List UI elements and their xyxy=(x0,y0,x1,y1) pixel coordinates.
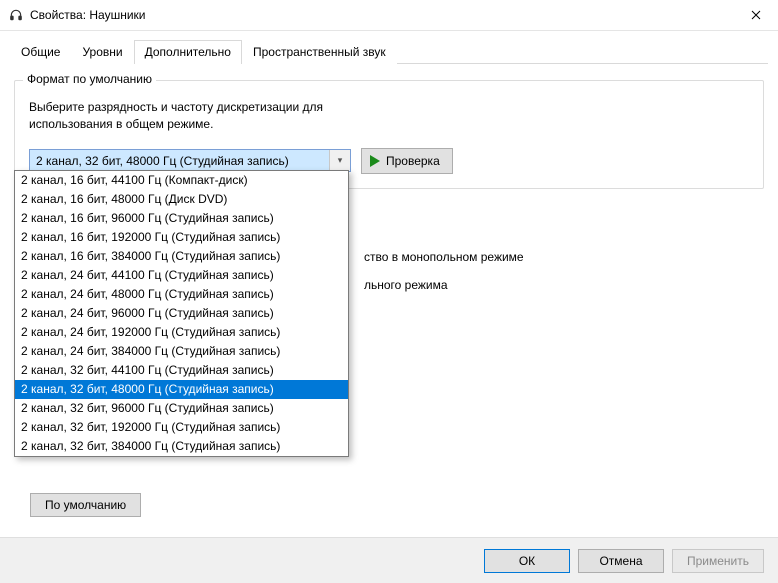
tab-body: Формат по умолчанию Выберите разрядность… xyxy=(0,64,778,537)
dialog-footer: ОК Отмена Применить xyxy=(0,537,778,583)
group-default-format-legend: Формат по умолчанию xyxy=(23,72,156,86)
format-option[interactable]: 2 канал, 16 бит, 384000 Гц (Студийная за… xyxy=(15,247,348,266)
default-format-description: Выберите разрядность и частоту дискретиз… xyxy=(29,99,749,134)
format-option[interactable]: 2 канал, 32 бит, 96000 Гц (Студийная зап… xyxy=(15,399,348,418)
defaults-row: По умолчанию xyxy=(30,493,141,517)
tab-general[interactable]: Общие xyxy=(10,40,71,64)
chevron-down-icon: ▾ xyxy=(329,150,350,171)
restore-defaults-button[interactable]: По умолчанию xyxy=(30,493,141,517)
desc-line-1: Выберите разрядность и частоту дискретиз… xyxy=(29,99,749,116)
format-option[interactable]: 2 канал, 32 бит, 48000 Гц (Студийная зап… xyxy=(15,380,348,399)
exclusive-checkbox-1-trail: ство в монопольном режиме xyxy=(364,250,524,264)
properties-window: Свойства: Наушники Общие Уровни Дополнит… xyxy=(0,0,778,583)
test-button[interactable]: Проверка xyxy=(361,148,453,174)
format-option[interactable]: 2 канал, 16 бит, 96000 Гц (Студийная зап… xyxy=(15,209,348,228)
format-dropdown-list[interactable]: 2 канал, 16 бит, 44100 Гц (Компакт-диск)… xyxy=(14,170,349,457)
tab-spatial[interactable]: Пространственный звук xyxy=(242,40,397,64)
format-combobox-value: 2 канал, 32 бит, 48000 Гц (Студийная зап… xyxy=(30,150,329,171)
test-button-label: Проверка xyxy=(386,154,440,168)
desc-line-2: использования в общем режиме. xyxy=(29,116,749,133)
window-title: Свойства: Наушники xyxy=(30,8,733,22)
exclusive-checkbox-2-trail: льного режима xyxy=(364,278,448,292)
format-option[interactable]: 2 канал, 32 бит, 192000 Гц (Студийная за… xyxy=(15,418,348,437)
format-option[interactable]: 2 канал, 16 бит, 44100 Гц (Компакт-диск) xyxy=(15,171,348,190)
titlebar: Свойства: Наушники xyxy=(0,0,778,31)
ok-button[interactable]: ОК xyxy=(484,549,570,573)
format-option[interactable]: 2 канал, 24 бит, 96000 Гц (Студийная зап… xyxy=(15,304,348,323)
close-button[interactable] xyxy=(733,0,778,30)
headphones-icon xyxy=(8,7,24,23)
format-option[interactable]: 2 канал, 16 бит, 48000 Гц (Диск DVD) xyxy=(15,190,348,209)
format-option[interactable]: 2 канал, 32 бит, 44100 Гц (Студийная зап… xyxy=(15,361,348,380)
apply-button[interactable]: Применить xyxy=(672,549,764,573)
tab-levels[interactable]: Уровни xyxy=(71,40,133,64)
format-option[interactable]: 2 канал, 24 бит, 384000 Гц (Студийная за… xyxy=(15,342,348,361)
format-option[interactable]: 2 канал, 32 бит, 384000 Гц (Студийная за… xyxy=(15,437,348,456)
cancel-button[interactable]: Отмена xyxy=(578,549,664,573)
play-icon xyxy=(370,155,380,167)
tabstrip: Общие Уровни Дополнительно Пространствен… xyxy=(0,31,778,63)
tab-advanced[interactable]: Дополнительно xyxy=(134,40,242,64)
format-option[interactable]: 2 канал, 16 бит, 192000 Гц (Студийная за… xyxy=(15,228,348,247)
format-option[interactable]: 2 канал, 24 бит, 192000 Гц (Студийная за… xyxy=(15,323,348,342)
format-combobox[interactable]: 2 канал, 32 бит, 48000 Гц (Студийная зап… xyxy=(29,149,351,172)
format-option[interactable]: 2 канал, 24 бит, 44100 Гц (Студийная зап… xyxy=(15,266,348,285)
format-option[interactable]: 2 канал, 24 бит, 48000 Гц (Студийная зап… xyxy=(15,285,348,304)
